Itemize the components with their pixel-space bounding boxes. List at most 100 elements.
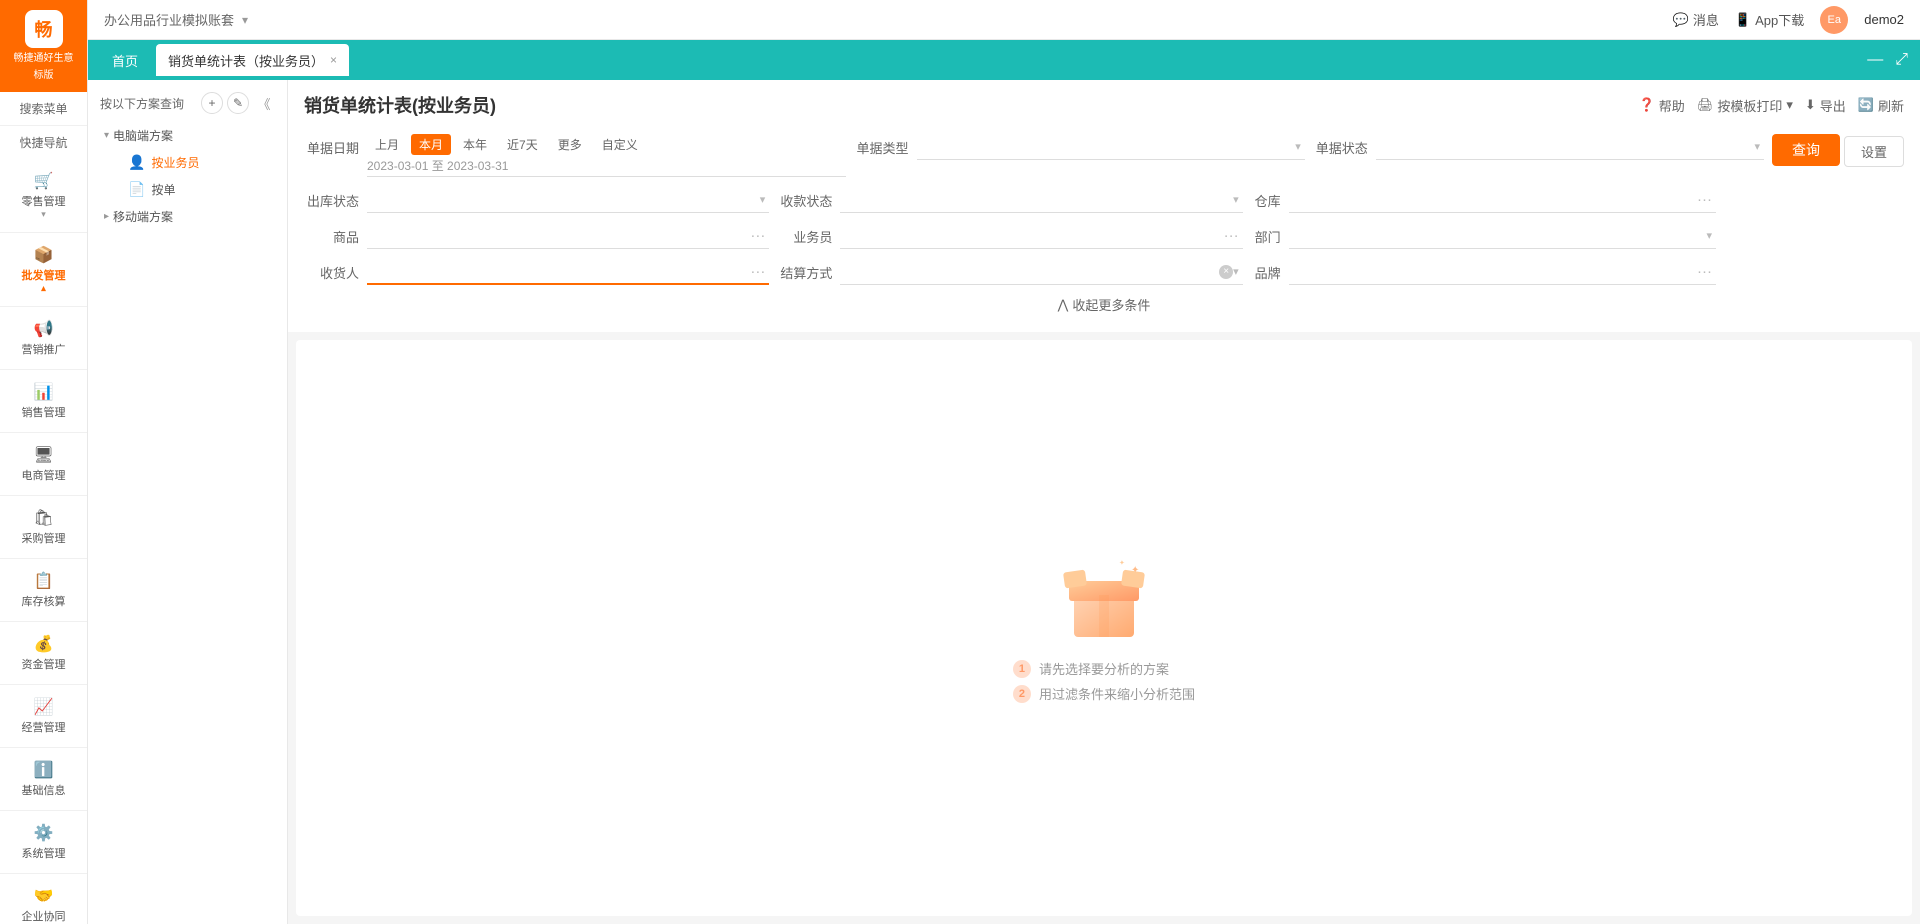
search-menu-label[interactable]: 搜索菜单	[19, 100, 67, 117]
export-button[interactable]: ⬇ 导出	[1805, 96, 1846, 115]
topbar-left: 办公用品行业模拟账套 ▾	[104, 10, 248, 29]
sidebar-item-marketing[interactable]: 📢 营销推广	[0, 311, 87, 365]
date-btn-7days[interactable]: 近7天	[499, 134, 546, 155]
date-btn-this-month[interactable]: 本月	[411, 134, 451, 155]
brand-dots-icon[interactable]: ···	[1697, 263, 1712, 280]
settings-button[interactable]: 设置	[1844, 136, 1904, 167]
sales-icon: 📊	[34, 382, 54, 402]
message-label: 消息	[1693, 10, 1719, 29]
print-label: 按模板打印	[1717, 96, 1782, 115]
department-field[interactable]: ▾	[1289, 223, 1716, 249]
salesman-tree-icon: 👤	[128, 154, 145, 171]
settlement-arrow-icon[interactable]: ▾	[1233, 265, 1239, 278]
tree-arrow-desktop: ▾	[104, 130, 109, 141]
date-btn-custom[interactable]: 自定义	[594, 134, 646, 155]
settlement-field[interactable]: × ▾	[840, 259, 1242, 285]
retail-icon: 🛒	[34, 171, 54, 191]
app-download-button[interactable]: 📱 App下载	[1735, 10, 1804, 29]
avatar[interactable]: Ea	[1820, 6, 1848, 34]
out-status-field[interactable]: ▾	[367, 187, 769, 213]
warehouse-field[interactable]: ···	[1289, 187, 1716, 213]
sidebar-item-purchase[interactable]: 🛍 采购管理	[0, 500, 87, 554]
sidebar-item-operation[interactable]: 📈 经营管理	[0, 689, 87, 743]
sidebar: 畅 畅捷通好生意 标版 搜索菜单 快捷导航 🛒 零售管理 ▾ 📦 批发管理 ▴ …	[0, 0, 88, 924]
tab-home[interactable]: 首页	[96, 44, 154, 76]
sidebar-item-system[interactable]: ⚙️ 系统管理	[0, 815, 87, 869]
message-button[interactable]: 💬 消息	[1673, 10, 1719, 29]
date-btn-more[interactable]: 更多	[550, 134, 590, 155]
product-label: 商品	[304, 227, 359, 246]
collapse-panel-button[interactable]: 《	[253, 92, 275, 114]
empty-box-svg: ✦ ✦	[1059, 553, 1149, 643]
add-scheme-button[interactable]: +	[201, 92, 223, 114]
receipt-status-arrow-icon[interactable]: ▾	[1233, 193, 1239, 206]
wholesale-icon: 📦	[34, 245, 54, 265]
product-field[interactable]: ···	[367, 223, 769, 249]
left-panel: 按以下方案查询 + ✎ 《 ▾ 电脑端方案 👤 按业务员	[88, 80, 288, 924]
date-btn-last-month[interactable]: 上月	[367, 134, 407, 155]
purchase-icon: 🛍	[33, 508, 53, 528]
settlement-clear-icon[interactable]: ×	[1219, 265, 1233, 279]
sidebar-section-inventory: 📋 库存核算	[0, 559, 87, 622]
out-status-arrow-icon[interactable]: ▾	[760, 193, 766, 206]
sidebar-item-retail[interactable]: 🛒 零售管理 ▾	[0, 163, 87, 228]
tree-mobile-section[interactable]: ▸ 移动端方案	[96, 203, 279, 230]
shortcut-label[interactable]: 快捷导航	[19, 134, 67, 151]
product-dots-icon[interactable]: ···	[750, 227, 765, 244]
sidebar-section-retail: 🛒 零售管理 ▾	[0, 159, 87, 233]
tab-minimize-icon[interactable]: —	[1863, 47, 1887, 73]
sidebar-section-operation: 📈 经营管理	[0, 685, 87, 748]
doc-status-field[interactable]: ▾	[1376, 134, 1764, 160]
empty-box-illustration: ✦ ✦	[1059, 553, 1149, 643]
doc-type-arrow-icon[interactable]: ▾	[1295, 140, 1301, 153]
tree-section: ▾ 电脑端方案 👤 按业务员 📄 按单 ▸ 移动端方案	[88, 122, 287, 230]
sidebar-item-ecommerce[interactable]: 🖥 电商管理	[0, 437, 87, 491]
department-arrow-icon[interactable]: ▾	[1706, 229, 1712, 242]
sidebar-logo[interactable]: 畅 畅捷通好生意 标版	[0, 0, 87, 92]
page-header-top: 销货单统计表(按业务员) ❓ 帮助 🖨 按模板打印 ▾ ⬇	[304, 92, 1904, 126]
tab-maximize-icon[interactable]: ⤢	[1891, 47, 1912, 73]
sidebar-item-sales[interactable]: 📊 销售管理	[0, 374, 87, 428]
sidebar-section-sales: 📊 销售管理	[0, 370, 87, 433]
username-label[interactable]: demo2	[1864, 12, 1904, 27]
refresh-button[interactable]: 🔄 刷新	[1858, 96, 1904, 115]
doc-status-arrow-icon[interactable]: ▾	[1754, 140, 1760, 153]
operation-label: 经营管理	[22, 719, 66, 735]
collapse-more-button[interactable]: ⋀ 收起更多条件	[304, 289, 1904, 320]
consignee-field[interactable]: ···	[367, 259, 769, 285]
brand-field[interactable]: ···	[1289, 259, 1716, 285]
system-label: 系统管理	[22, 845, 66, 861]
date-btn-this-year[interactable]: 本年	[455, 134, 495, 155]
doc-type-field[interactable]: ▾	[917, 134, 1305, 160]
query-button[interactable]: 查询	[1772, 134, 1840, 166]
tree-desktop-section[interactable]: ▾ 电脑端方案	[96, 122, 279, 149]
edit-scheme-button[interactable]: ✎	[227, 92, 249, 114]
salesman-dots-icon[interactable]: ···	[1224, 227, 1239, 244]
tabbar: 首页 销货单统计表（按业务员） × — ⤢	[88, 40, 1920, 80]
search-nav[interactable]: 搜索菜单	[0, 92, 87, 126]
inventory-label: 库存核算	[22, 593, 66, 609]
shortcut-nav[interactable]: 快捷导航	[0, 126, 87, 159]
consignee-dots-icon[interactable]: ···	[750, 263, 765, 280]
help-button[interactable]: ❓ 帮助	[1639, 96, 1685, 115]
tab-close-icon[interactable]: ×	[330, 53, 337, 67]
tree-item-by-salesman[interactable]: 👤 按业务员	[120, 149, 279, 176]
print-button[interactable]: 🖨 按模板打印 ▾	[1697, 96, 1793, 115]
retail-label: 零售管理	[22, 193, 66, 209]
sidebar-item-wholesale[interactable]: 📦 批发管理 ▴	[0, 237, 87, 302]
sidebar-item-inventory[interactable]: 📋 库存核算	[0, 563, 87, 617]
tree-item-by-order[interactable]: 📄 按单	[120, 176, 279, 203]
topbar-dropdown-icon[interactable]: ▾	[242, 13, 248, 27]
tab-sales-stat[interactable]: 销货单统计表（按业务员） ×	[156, 44, 349, 76]
sidebar-item-enterprise[interactable]: 🤝 企业协同	[0, 878, 87, 924]
receipt-status-field[interactable]: ▾	[840, 187, 1242, 213]
salesman-field[interactable]: ···	[840, 223, 1242, 249]
wholesale-label: 批发管理	[22, 267, 66, 283]
order-tree-icon: 📄	[128, 181, 145, 198]
marketing-icon: 📢	[34, 319, 54, 339]
operation-icon: 📈	[34, 697, 54, 717]
sidebar-item-finance[interactable]: 💰 资金管理	[0, 626, 87, 680]
tab-home-label: 首页	[112, 51, 138, 70]
warehouse-dots-icon[interactable]: ···	[1697, 191, 1712, 208]
sidebar-item-basic[interactable]: ℹ️ 基础信息	[0, 752, 87, 806]
